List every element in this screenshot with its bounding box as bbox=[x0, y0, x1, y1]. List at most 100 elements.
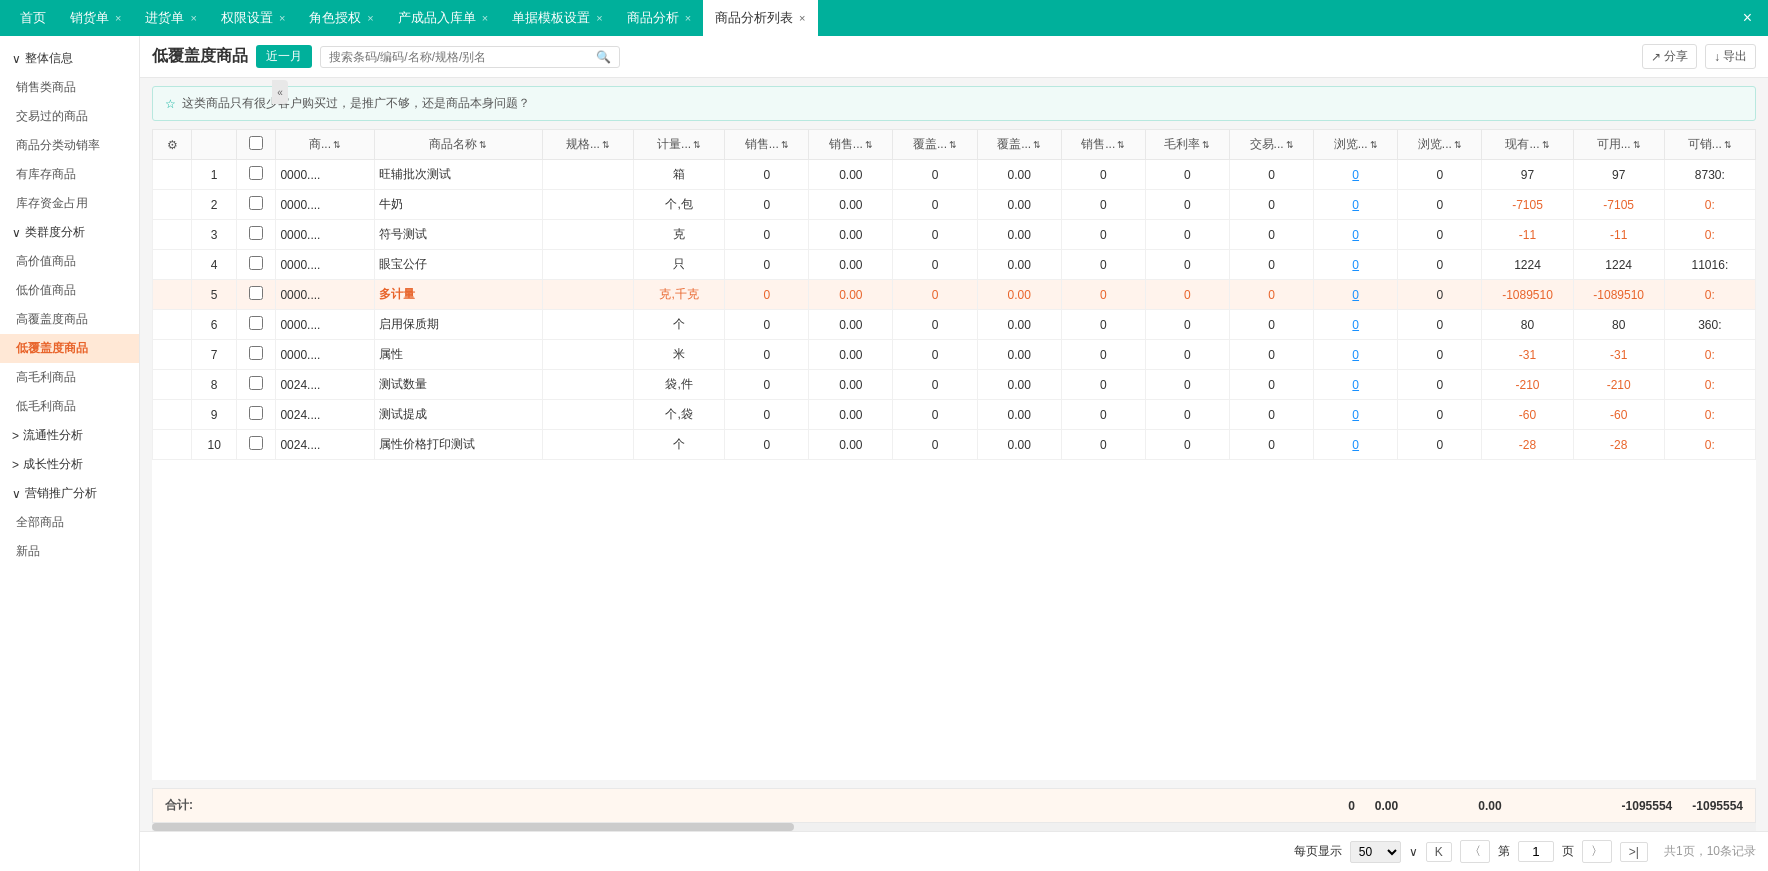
close-icon[interactable]: × bbox=[685, 12, 691, 24]
prev-page-button[interactable]: 〈 bbox=[1460, 840, 1490, 863]
cell-view1[interactable]: 0 bbox=[1314, 430, 1398, 460]
col-sales3[interactable]: 销售...⇅ bbox=[1061, 130, 1145, 160]
close-icon[interactable]: × bbox=[367, 12, 373, 24]
window-close-button[interactable]: × bbox=[1735, 9, 1760, 27]
sidebar-section-circulation[interactable]: > 流通性分析 bbox=[0, 421, 139, 450]
cell-view1[interactable]: 0 bbox=[1314, 400, 1398, 430]
export-button[interactable]: ↓ 导出 bbox=[1705, 44, 1756, 69]
sidebar-item-stock-funds[interactable]: 库存资金占用 bbox=[0, 189, 139, 218]
nav-sales-order[interactable]: 销货单 × bbox=[58, 0, 133, 36]
col-stock-sale[interactable]: 可销...⇅ bbox=[1664, 130, 1755, 160]
sort-icon[interactable]: ⇅ bbox=[333, 140, 341, 150]
sidebar-item-category-rate[interactable]: 商品分类动销率 bbox=[0, 131, 139, 160]
sort-icon[interactable]: ⇅ bbox=[1542, 140, 1550, 150]
nav-purchase-order[interactable]: 进货单 × bbox=[133, 0, 208, 36]
nav-product-analysis[interactable]: 商品分析 × bbox=[615, 0, 703, 36]
close-icon[interactable]: × bbox=[115, 12, 121, 24]
next-page-button[interactable]: 〉 bbox=[1582, 840, 1612, 863]
cell-view1[interactable]: 0 bbox=[1314, 310, 1398, 340]
share-button[interactable]: ↗ 分享 bbox=[1642, 44, 1697, 69]
search-input[interactable] bbox=[329, 50, 592, 64]
sort-icon[interactable]: ⇅ bbox=[1286, 140, 1294, 150]
row-checkbox[interactable] bbox=[249, 256, 263, 270]
per-page-select[interactable]: 50 100 200 bbox=[1350, 841, 1401, 863]
close-icon[interactable]: × bbox=[596, 12, 602, 24]
sidebar-item-low-margin[interactable]: 低毛利商品 bbox=[0, 392, 139, 421]
col-trade[interactable]: 交易...⇅ bbox=[1230, 130, 1314, 160]
nav-template-settings[interactable]: 单据模板设置 × bbox=[500, 0, 614, 36]
col-sales-amt[interactable]: 销售...⇅ bbox=[809, 130, 893, 160]
sort-icon[interactable]: ⇅ bbox=[693, 140, 701, 150]
row-checkbox[interactable] bbox=[249, 166, 263, 180]
nav-product-analysis-list[interactable]: 商品分析列表 × bbox=[703, 0, 817, 36]
col-view1[interactable]: 浏览...⇅ bbox=[1314, 130, 1398, 160]
cell-view1[interactable]: 0 bbox=[1314, 280, 1398, 310]
sidebar-section-overall[interactable]: ∨ 整体信息 bbox=[0, 44, 139, 73]
row-checkbox[interactable] bbox=[249, 316, 263, 330]
sort-icon[interactable]: ⇅ bbox=[1633, 140, 1641, 150]
row-checkbox[interactable] bbox=[249, 436, 263, 450]
last-page-button[interactable]: >| bbox=[1620, 842, 1648, 862]
sort-icon[interactable]: ⇅ bbox=[949, 140, 957, 150]
row-checkbox[interactable] bbox=[249, 286, 263, 300]
col-unit[interactable]: 计量...⇅ bbox=[634, 130, 725, 160]
search-icon[interactable]: 🔍 bbox=[596, 50, 611, 64]
row-checkbox[interactable] bbox=[249, 406, 263, 420]
close-icon[interactable]: × bbox=[482, 12, 488, 24]
row-checkbox[interactable] bbox=[249, 226, 263, 240]
sidebar-section-marketing[interactable]: ∨ 营销推广分析 bbox=[0, 479, 139, 508]
sort-icon[interactable]: ⇅ bbox=[1454, 140, 1462, 150]
nav-role-auth[interactable]: 角色授权 × bbox=[297, 0, 385, 36]
row-checkbox[interactable] bbox=[249, 346, 263, 360]
col-settings[interactable]: ⚙ bbox=[153, 130, 192, 160]
sort-icon[interactable]: ⇅ bbox=[1033, 140, 1041, 150]
sidebar-collapse-button[interactable]: « bbox=[272, 80, 288, 104]
row-checkbox[interactable] bbox=[249, 196, 263, 210]
sidebar-item-new-goods[interactable]: 新品 bbox=[0, 537, 139, 566]
sort-icon[interactable]: ⇅ bbox=[1370, 140, 1378, 150]
sort-icon[interactable]: ⇅ bbox=[479, 140, 487, 150]
nav-home[interactable]: 首页 bbox=[8, 0, 58, 36]
col-stock-avail[interactable]: 可用...⇅ bbox=[1573, 130, 1664, 160]
select-all-checkbox[interactable] bbox=[249, 136, 263, 150]
col-view2[interactable]: 浏览...⇅ bbox=[1398, 130, 1482, 160]
close-icon[interactable]: × bbox=[799, 12, 805, 24]
sort-icon[interactable]: ⇅ bbox=[865, 140, 873, 150]
sort-icon[interactable]: ⇅ bbox=[1724, 140, 1732, 150]
col-cover1[interactable]: 覆盖...⇅ bbox=[893, 130, 977, 160]
cell-view1[interactable]: 0 bbox=[1314, 250, 1398, 280]
sidebar-item-low-coverage[interactable]: 低覆盖度商品 bbox=[0, 334, 139, 363]
col-spec[interactable]: 规格...⇅ bbox=[542, 130, 633, 160]
col-stock-cur[interactable]: 现有...⇅ bbox=[1482, 130, 1573, 160]
sidebar-item-sales-goods[interactable]: 销售类商品 bbox=[0, 73, 139, 102]
sort-icon[interactable]: ⇅ bbox=[602, 140, 610, 150]
sidebar-item-high-value[interactable]: 高价值商品 bbox=[0, 247, 139, 276]
sidebar-item-high-margin[interactable]: 高毛利商品 bbox=[0, 363, 139, 392]
col-name[interactable]: 商品名称⇅ bbox=[374, 130, 542, 160]
sidebar-section-growth[interactable]: > 成长性分析 bbox=[0, 450, 139, 479]
col-sales-qty[interactable]: 销售...⇅ bbox=[725, 130, 809, 160]
sort-icon[interactable]: ⇅ bbox=[1202, 140, 1210, 150]
period-button[interactable]: 近一月 bbox=[256, 45, 312, 68]
sidebar-section-group[interactable]: ∨ 类群度分析 bbox=[0, 218, 139, 247]
sort-icon[interactable]: ⇅ bbox=[781, 140, 789, 150]
cell-view1[interactable]: 0 bbox=[1314, 160, 1398, 190]
col-code[interactable]: 商...⇅ bbox=[276, 130, 374, 160]
close-icon[interactable]: × bbox=[279, 12, 285, 24]
col-margin[interactable]: 毛利率⇅ bbox=[1145, 130, 1229, 160]
page-input[interactable] bbox=[1518, 841, 1554, 862]
cell-view1[interactable]: 0 bbox=[1314, 190, 1398, 220]
settings-icon[interactable]: ⚙ bbox=[167, 138, 178, 152]
sidebar-item-all-goods[interactable]: 全部商品 bbox=[0, 508, 139, 537]
row-checkbox[interactable] bbox=[249, 376, 263, 390]
sidebar-item-in-stock[interactable]: 有库存商品 bbox=[0, 160, 139, 189]
cell-view1[interactable]: 0 bbox=[1314, 370, 1398, 400]
cell-view1[interactable]: 0 bbox=[1314, 220, 1398, 250]
cell-view1[interactable]: 0 bbox=[1314, 340, 1398, 370]
sidebar-item-high-coverage[interactable]: 高覆盖度商品 bbox=[0, 305, 139, 334]
nav-permission-settings[interactable]: 权限设置 × bbox=[209, 0, 297, 36]
first-page-button[interactable]: K bbox=[1426, 842, 1452, 862]
col-cover2[interactable]: 覆盖...⇅ bbox=[977, 130, 1061, 160]
sidebar-item-traded-goods[interactable]: 交易过的商品 bbox=[0, 102, 139, 131]
close-icon[interactable]: × bbox=[190, 12, 196, 24]
